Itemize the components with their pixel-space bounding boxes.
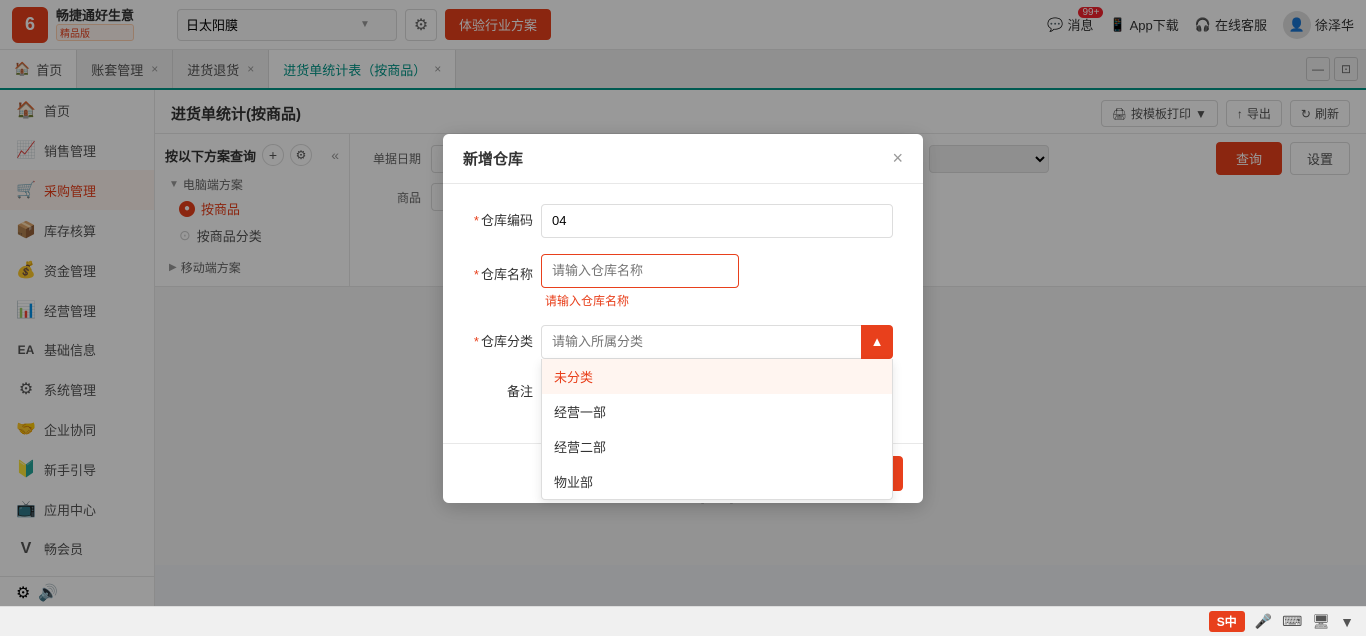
name-error-row: 请输入仓库名称 — [473, 292, 629, 309]
status-bar: S中 🎤 ⌨ 🖥 ▼ — [0, 606, 1366, 636]
name-field-row: 仓库名称 请输入仓库名称 — [473, 254, 893, 309]
dialog-close-button[interactable]: × — [892, 148, 903, 169]
dropdown-item-ops1[interactable]: 经营一部 — [542, 394, 892, 429]
dialog-title: 新增仓库 — [463, 148, 523, 169]
category-dropdown-list: 未分类 经营一部 经营二部 物业部 — [541, 359, 893, 500]
dropdown-item-property[interactable]: 物业部 — [542, 464, 892, 499]
code-input[interactable] — [541, 204, 893, 238]
chevron-up-icon: ▲ — [871, 334, 884, 349]
code-label: 仓库编码 — [473, 204, 533, 229]
dialog-header: 新增仓库 × — [443, 134, 923, 184]
status-dropdown-icon[interactable]: ▼ — [1340, 614, 1354, 630]
dialog-overlay: 新增仓库 × 仓库编码 仓库名称 请输入仓库名称 仓库分类 — [0, 0, 1366, 636]
microphone-icon[interactable]: 🎤 — [1255, 613, 1272, 630]
name-error-msg: 请输入仓库名称 — [543, 294, 629, 308]
category-label: 仓库分类 — [473, 325, 533, 350]
dropdown-item-ops2[interactable]: 经营二部 — [542, 429, 892, 464]
category-select-wrapper: ▲ 未分类 经营一部 经营二部 物业部 — [541, 325, 893, 359]
keyboard-icon[interactable]: ⌨ — [1282, 613, 1302, 630]
dialog-body: 仓库编码 仓库名称 请输入仓库名称 仓库分类 ▲ — [443, 184, 923, 435]
code-field-row: 仓库编码 — [473, 204, 893, 238]
name-input[interactable] — [541, 254, 739, 288]
category-input[interactable] — [541, 325, 893, 359]
note-label: 备注 — [473, 375, 533, 400]
category-dropdown-button[interactable]: ▲ — [861, 325, 893, 359]
dropdown-item-unclassified[interactable]: 未分类 — [542, 359, 892, 394]
name-label: 仓库名称 — [473, 258, 533, 283]
monitor-icon[interactable]: 🖥 — [1312, 613, 1330, 630]
status-s-button[interactable]: S中 — [1209, 611, 1245, 632]
category-field-row: 仓库分类 ▲ 未分类 经营一部 经营二部 物业部 — [473, 325, 893, 359]
name-input-row: 仓库名称 — [473, 254, 739, 288]
new-warehouse-dialog: 新增仓库 × 仓库编码 仓库名称 请输入仓库名称 仓库分类 — [443, 134, 923, 503]
